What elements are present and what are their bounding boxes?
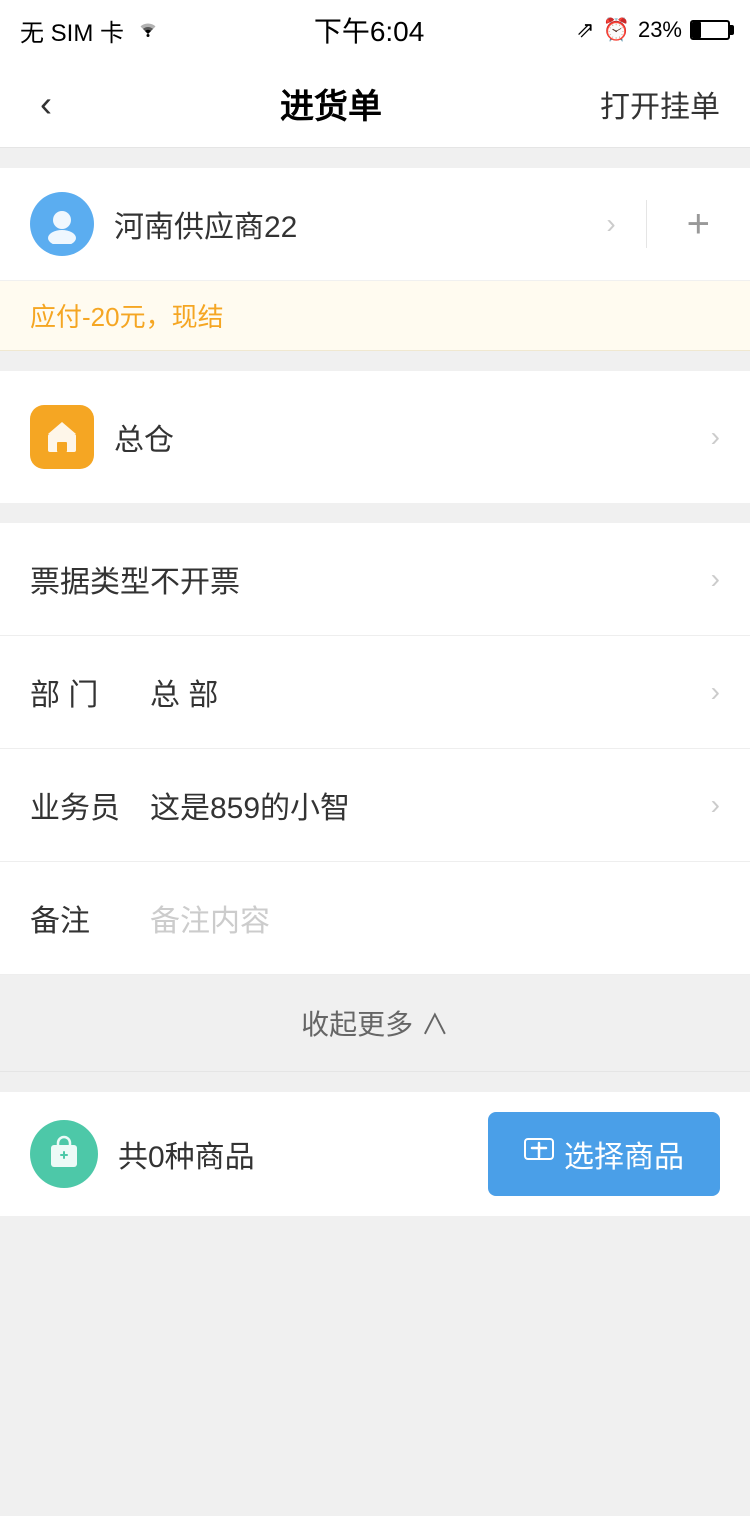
vertical-divider xyxy=(646,200,647,248)
page-title: 进货单 xyxy=(280,79,382,128)
department-row[interactable]: 部 门 总 部 › xyxy=(0,636,750,749)
supplier-section: 河南供应商22 › + 应付-20元，现结 xyxy=(0,168,750,351)
status-bar: 无 SIM 卡 下午6:04 ⇗ ⏰ 23% xyxy=(0,0,750,60)
alarm-icon: ⏰ xyxy=(603,17,630,43)
product-icon-wrap xyxy=(30,1120,98,1188)
section-divider-form xyxy=(0,503,750,523)
status-time: 下午6:04 xyxy=(314,10,425,50)
collapse-bar[interactable]: 收起更多 ∧ xyxy=(0,975,750,1072)
department-chevron-icon: › xyxy=(711,676,720,708)
invoice-type-row[interactable]: 票据类型 不开票 › xyxy=(0,523,750,636)
open-pending-button[interactable]: 打开挂单 xyxy=(600,82,720,126)
supplier-name: 河南供应商22 xyxy=(114,202,606,246)
battery-percent: 23% xyxy=(638,17,682,43)
form-section: 票据类型 不开票 › 部 门 总 部 › 业务员 这是859的小智 › 备注 备… xyxy=(0,523,750,975)
invoice-type-label: 票据类型 xyxy=(30,557,150,601)
supplier-row[interactable]: 河南供应商22 › + xyxy=(0,168,750,281)
remark-label: 备注 xyxy=(30,896,150,940)
bottom-bar: 共0种商品 选择商品 xyxy=(0,1092,750,1216)
carrier-text: 无 SIM 卡 xyxy=(20,13,124,48)
department-label: 部 门 xyxy=(30,670,150,714)
salesperson-value: 这是859的小智 xyxy=(150,783,711,827)
warehouse-label: 总仓 xyxy=(114,415,711,459)
salesperson-row[interactable]: 业务员 这是859的小智 › xyxy=(0,749,750,862)
supplier-chevron-icon: › xyxy=(606,208,615,240)
supplier-avatar xyxy=(30,192,94,256)
status-left: 无 SIM 卡 xyxy=(20,13,162,48)
battery-icon xyxy=(690,20,730,40)
add-button[interactable]: + xyxy=(677,202,720,247)
department-value: 总 部 xyxy=(150,670,711,714)
salesperson-chevron-icon: › xyxy=(711,789,720,821)
product-count-label: 共0种商品 xyxy=(118,1132,488,1176)
main-content: 河南供应商22 › + 应付-20元，现结 总仓 › xyxy=(0,148,750,1516)
warehouse-section: 总仓 › xyxy=(0,371,750,503)
wifi-icon xyxy=(134,16,162,45)
invoice-type-chevron-icon: › xyxy=(711,563,720,595)
section-divider-top xyxy=(0,148,750,168)
status-right: ⇗ ⏰ 23% xyxy=(576,17,730,43)
warehouse-icon-wrap xyxy=(30,405,94,469)
back-button[interactable]: ‹ xyxy=(30,73,62,135)
select-product-button[interactable]: 选择商品 xyxy=(488,1112,720,1196)
empty-area xyxy=(0,1216,750,1516)
notice-text: 应付-20元，现结 xyxy=(30,302,224,332)
warehouse-chevron-icon: › xyxy=(711,421,720,453)
section-divider-warehouse xyxy=(0,351,750,371)
location-icon: ⇗ xyxy=(576,17,594,43)
collapse-label: 收起更多 ∧ xyxy=(301,1009,449,1040)
remark-placeholder[interactable]: 备注内容 xyxy=(150,896,720,940)
section-divider-bottom xyxy=(0,1072,750,1092)
invoice-type-value: 不开票 xyxy=(150,557,711,601)
warehouse-row[interactable]: 总仓 › xyxy=(0,371,750,503)
salesperson-label: 业务员 xyxy=(30,783,150,827)
notice-bar: 应付-20元，现结 xyxy=(0,281,750,351)
nav-bar: ‹ 进货单 打开挂单 xyxy=(0,60,750,148)
select-product-icon xyxy=(524,1138,554,1171)
remark-row[interactable]: 备注 备注内容 xyxy=(0,862,750,975)
select-product-label: 选择商品 xyxy=(564,1132,684,1176)
